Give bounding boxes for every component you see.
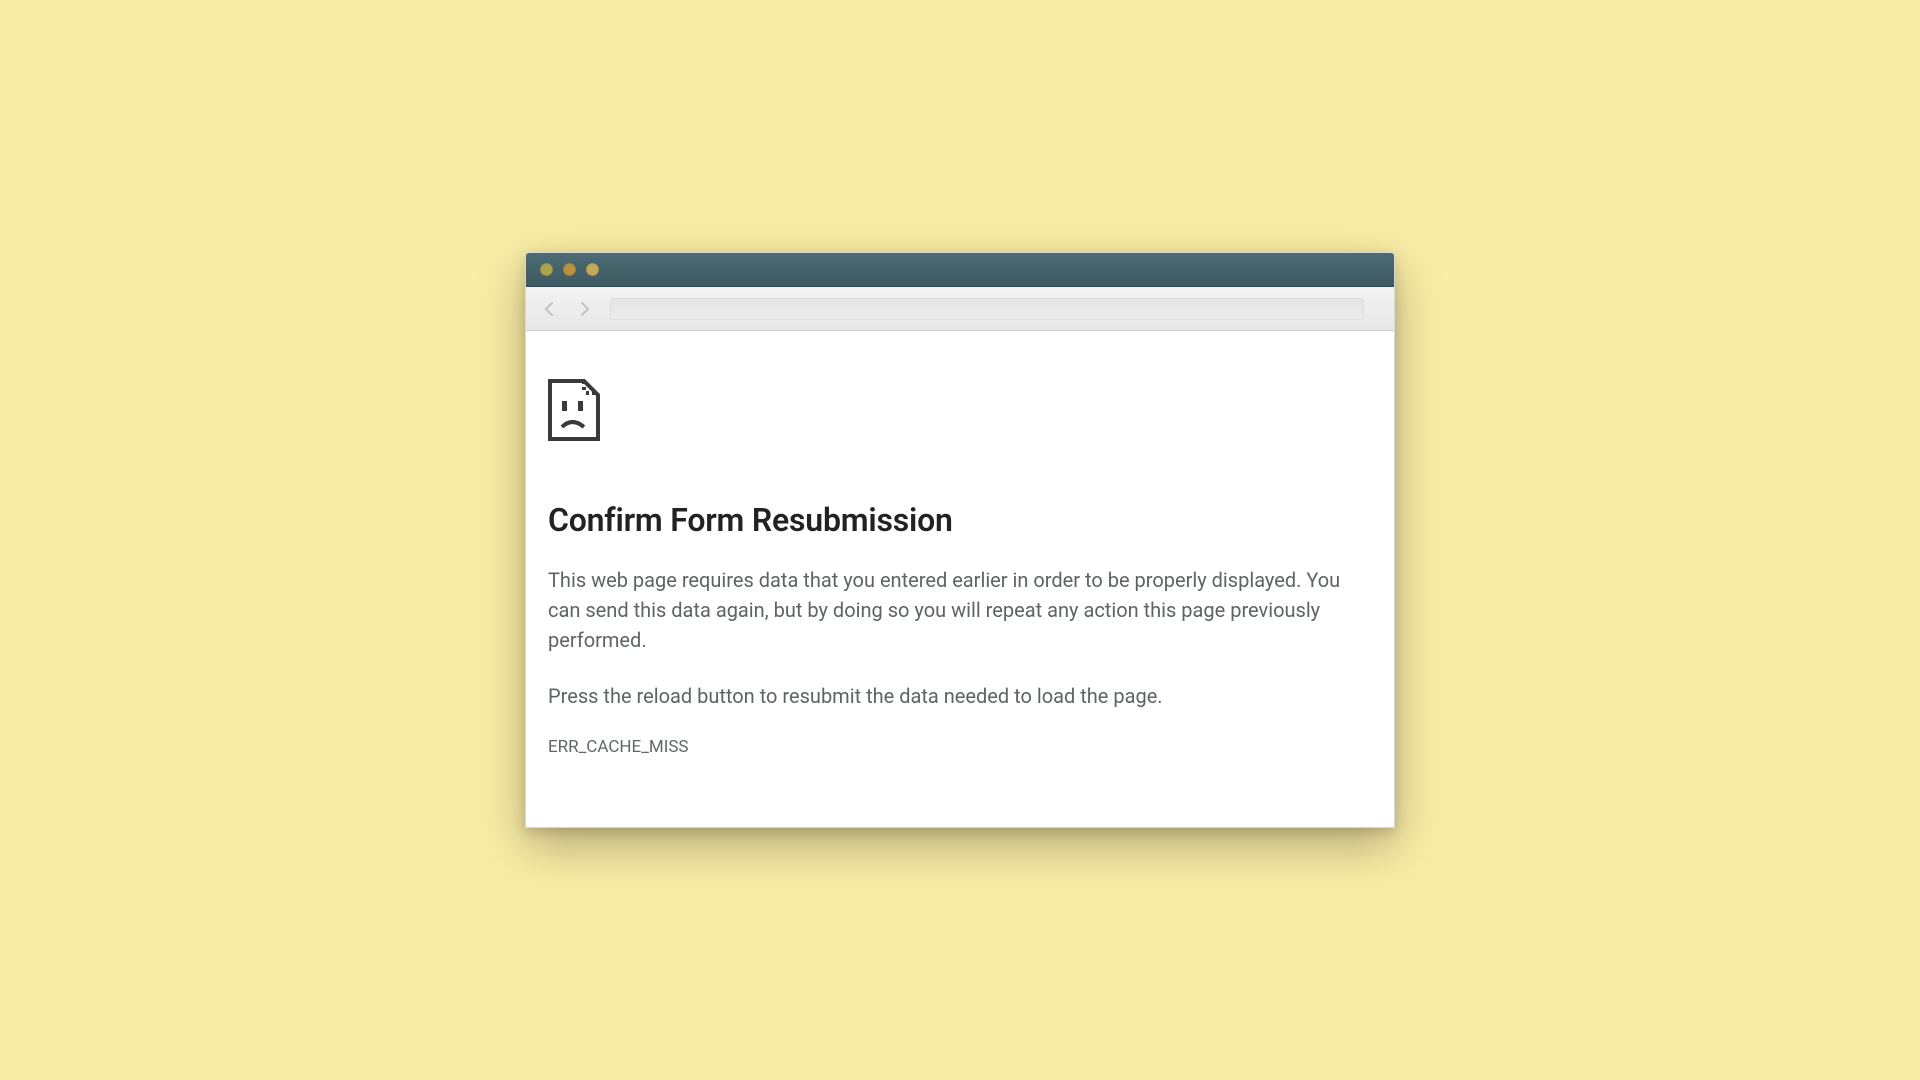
error-description-2: Press the reload button to resubmit the … — [548, 681, 1372, 711]
browser-window: Confirm Form Resubmission This web page … — [525, 252, 1395, 828]
back-button[interactable] — [536, 295, 564, 323]
close-window-button[interactable] — [540, 263, 553, 276]
address-bar[interactable] — [610, 298, 1364, 320]
error-description-1: This web page requires data that you ent… — [548, 565, 1372, 655]
window-titlebar — [526, 253, 1394, 287]
error-page-content: Confirm Form Resubmission This web page … — [526, 331, 1394, 827]
chevron-left-icon — [544, 302, 556, 316]
browser-toolbar — [526, 287, 1394, 331]
sad-document-icon — [548, 379, 1372, 445]
minimize-window-button[interactable] — [563, 263, 576, 276]
error-code: ERR_CACHE_MISS — [548, 737, 1372, 757]
error-heading: Confirm Form Resubmission — [548, 501, 1372, 539]
chevron-right-icon — [578, 302, 590, 316]
maximize-window-button[interactable] — [586, 263, 599, 276]
forward-button[interactable] — [570, 295, 598, 323]
